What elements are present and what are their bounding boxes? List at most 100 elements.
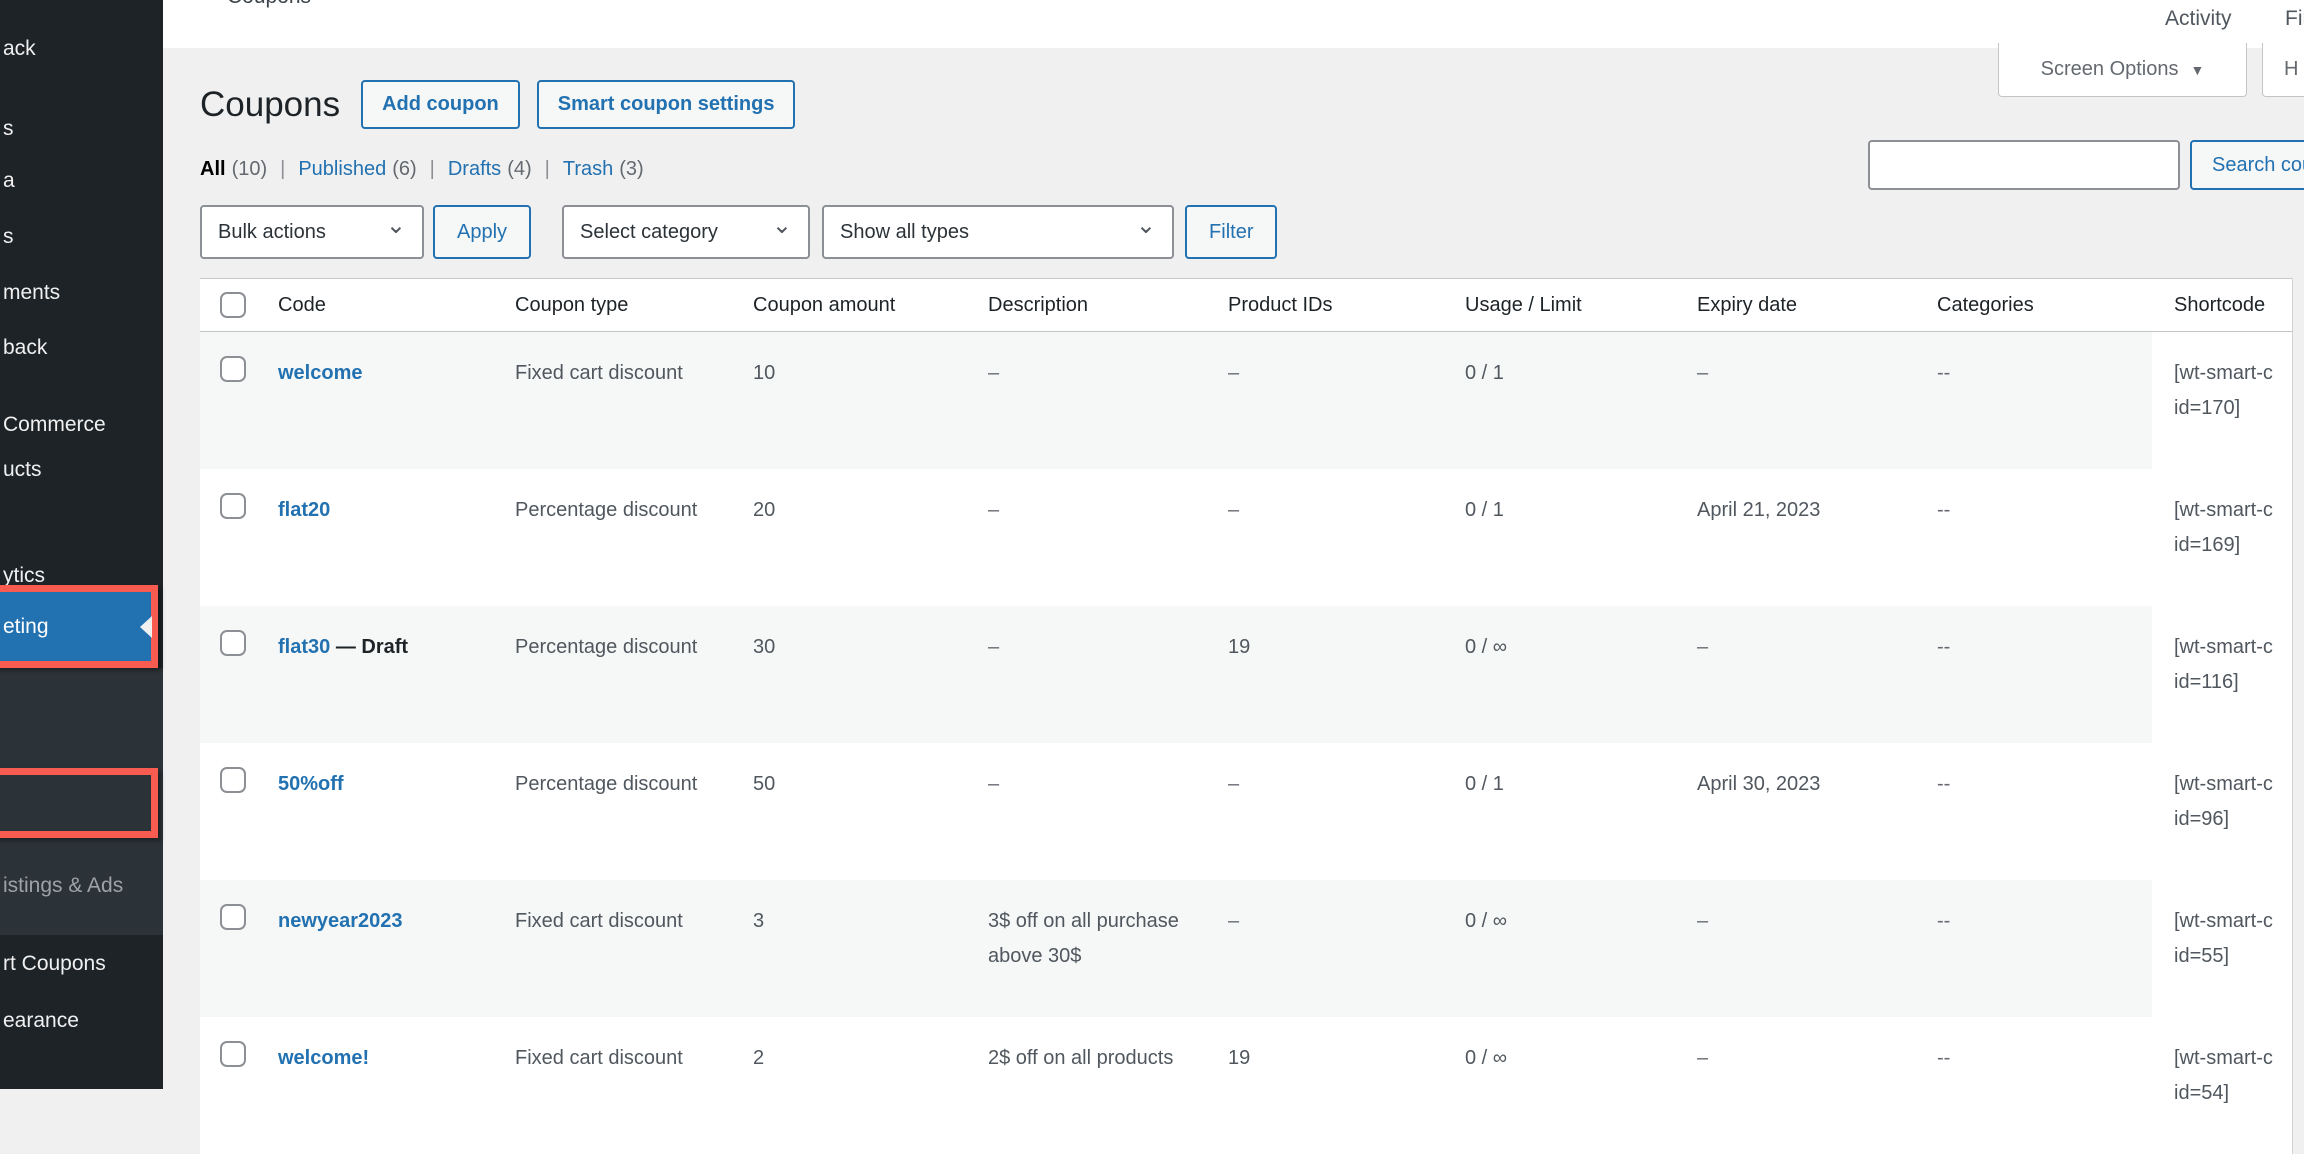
description-cell: 3$ off on all purchase above 30$ — [970, 879, 1210, 1017]
sidebar-item-marketing-current[interactable]: eting — [0, 592, 152, 661]
sidebar-item-jetpack[interactable]: ack — [3, 35, 36, 62]
sidebar-item-feedback[interactable]: back — [3, 334, 47, 361]
coupon-type-cell: Percentage discount — [497, 605, 735, 743]
sidebar-item-marketing-label: eting — [3, 614, 49, 638]
chevron-down-icon: ▼ — [2190, 61, 2205, 78]
coupon-code-link[interactable]: flat20 — [278, 499, 330, 521]
breadcrumb-coupons: Coupons — [227, 0, 311, 9]
coupon-type-cell: Fixed cart discount — [497, 1016, 735, 1154]
column-header-code: Code — [260, 278, 497, 332]
view-all[interactable]: All — [200, 158, 226, 181]
expiry-date-cell: April 21, 2023 — [1679, 468, 1919, 606]
sidebar-item-posts[interactable]: s — [3, 115, 14, 142]
coupon-amount-cell: 20 — [735, 468, 970, 606]
row-checkbox[interactable] — [220, 356, 246, 382]
usage-limit-cell: 0 / ∞ — [1447, 1016, 1679, 1154]
coupon-amount-cell: 2 — [735, 1016, 970, 1154]
product-ids-cell: – — [1210, 879, 1447, 1017]
row-checkbox[interactable] — [220, 629, 246, 656]
shortcode-cell: [wt-smart-c id=170] — [2152, 331, 2292, 469]
expiry-date-cell: – — [1679, 605, 1919, 743]
expiry-date-cell: – — [1679, 879, 1919, 1017]
table-header-row: Code Coupon type Coupon amount Descripti… — [200, 278, 2292, 332]
categories-cell: -- — [1919, 879, 2152, 1017]
table-row: flat20 Percentage discount 20 – – 0 / 1 … — [200, 468, 2292, 606]
coupon-code-link[interactable]: welcome — [278, 362, 362, 384]
categories-cell: -- — [1919, 605, 2152, 743]
finish-setup-link[interactable]: Fin — [2285, 0, 2304, 38]
row-checkbox[interactable] — [220, 492, 246, 519]
chevron-down-icon: ⌄ — [385, 212, 406, 239]
sidebar-item-woocommerce[interactable]: Commerce — [3, 411, 106, 438]
coupons-table: Code Coupon type Coupon amount Descripti… — [200, 278, 2293, 1154]
coupon-code-link[interactable]: flat30 — [278, 636, 330, 658]
view-separator: | — [429, 158, 435, 180]
bulk-actions-value: Bulk actions — [218, 220, 326, 243]
categories-cell: -- — [1919, 468, 2152, 606]
sidebar-item-appearance[interactable]: earance — [3, 1007, 79, 1034]
filter-button-label: Filter — [1209, 220, 1254, 243]
bulk-actions-select[interactable]: Bulk actions ⌄ — [200, 205, 424, 259]
sidebar-item-listings-ads[interactable]: istings & Ads — [3, 872, 123, 899]
chevron-down-icon: ⌄ — [1135, 212, 1157, 239]
help-label: H — [2284, 58, 2299, 80]
view-trash[interactable]: Trash — [563, 158, 613, 181]
product-ids-cell: 19 — [1210, 1016, 1447, 1154]
table-row: welcome! Fixed cart discount 2 2$ off on… — [200, 1016, 2292, 1154]
shortcode-cell: [wt-smart-c id=116] — [2152, 605, 2292, 743]
sidebar-item-smart-coupons[interactable]: rt Coupons — [3, 950, 106, 977]
apply-button[interactable]: Apply — [433, 205, 532, 259]
product-ids-cell: – — [1210, 742, 1447, 880]
row-checkbox[interactable] — [220, 903, 246, 930]
chevron-down-icon: ⌄ — [771, 212, 793, 239]
smart-coupon-settings-button[interactable]: Smart coupon settings — [536, 80, 796, 129]
select-all-checkbox[interactable] — [220, 292, 246, 318]
page-title: Coupons — [200, 84, 341, 124]
row-checkbox[interactable] — [220, 1040, 246, 1067]
table-row: 50%off Percentage discount 50 – – 0 / 1 … — [200, 742, 2292, 880]
woocommerce-coupons-admin-page: { "colors": { "accent_blue": "#2271b1", … — [0, 0, 2304, 1154]
filter-button[interactable]: Filter — [1185, 205, 1278, 259]
sidebar-item-media[interactable]: a — [3, 167, 15, 194]
help-tab[interactable]: H — [2262, 43, 2304, 97]
search-coupons-input[interactable] — [1868, 140, 2180, 190]
description-cell: 2$ off on all products — [970, 1016, 1210, 1154]
view-trash-count: (3) — [619, 158, 644, 180]
coupon-type-value: Show all types — [840, 220, 969, 243]
product-ids-cell: 19 — [1210, 605, 1447, 743]
apply-button-label: Apply — [457, 220, 508, 243]
page-header: Coupons Add coupon Smart coupon settings — [200, 80, 796, 129]
categories-cell: -- — [1919, 1016, 2152, 1154]
view-all-count: (10) — [231, 158, 268, 180]
coupon-code-link[interactable]: welcome! — [278, 1047, 369, 1069]
coupon-code-link[interactable]: 50%off — [278, 773, 344, 795]
add-coupon-button[interactable]: Add coupon — [361, 80, 520, 129]
view-drafts[interactable]: Drafts — [448, 158, 501, 181]
sidebar-item-products[interactable]: ucts — [3, 456, 42, 483]
list-toolbar: Bulk actions ⌄ Apply Select category ⌄ S… — [200, 205, 1278, 259]
coupon-code-link[interactable]: newyear2023 — [278, 910, 403, 932]
usage-limit-cell: 0 / ∞ — [1447, 879, 1679, 1017]
search-coupons-button[interactable]: Search cou — [2190, 140, 2304, 190]
coupon-type-select[interactable]: Show all types ⌄ — [822, 205, 1175, 259]
coupon-type-cell: Percentage discount — [497, 742, 735, 880]
usage-limit-cell: 0 / 1 — [1447, 742, 1679, 880]
expiry-date-cell: – — [1679, 1016, 1919, 1154]
usage-limit-cell: 0 / ∞ — [1447, 605, 1679, 743]
sidebar-item-pages[interactable]: s — [3, 223, 14, 250]
usage-limit-cell: 0 / 1 — [1447, 331, 1679, 469]
sidebar-item-comments[interactable]: ments — [3, 279, 60, 306]
row-checkbox[interactable] — [220, 766, 246, 793]
categories-cell: -- — [1919, 331, 2152, 469]
product-ids-cell: – — [1210, 331, 1447, 469]
select-category-select[interactable]: Select category ⌄ — [562, 205, 811, 259]
view-separator: | — [280, 158, 286, 180]
categories-cell: -- — [1919, 742, 2152, 880]
expiry-date-cell: April 30, 2023 — [1679, 742, 1919, 880]
table-row: newyear2023 Fixed cart discount 3 3$ off… — [200, 879, 2292, 1017]
coupon-type-cell: Fixed cart discount — [497, 331, 735, 469]
activity-link[interactable]: Activity — [2165, 0, 2232, 38]
screen-options-tab[interactable]: Screen Options ▼ — [1998, 43, 2247, 97]
view-separator: | — [544, 158, 550, 180]
view-published[interactable]: Published — [298, 158, 386, 181]
